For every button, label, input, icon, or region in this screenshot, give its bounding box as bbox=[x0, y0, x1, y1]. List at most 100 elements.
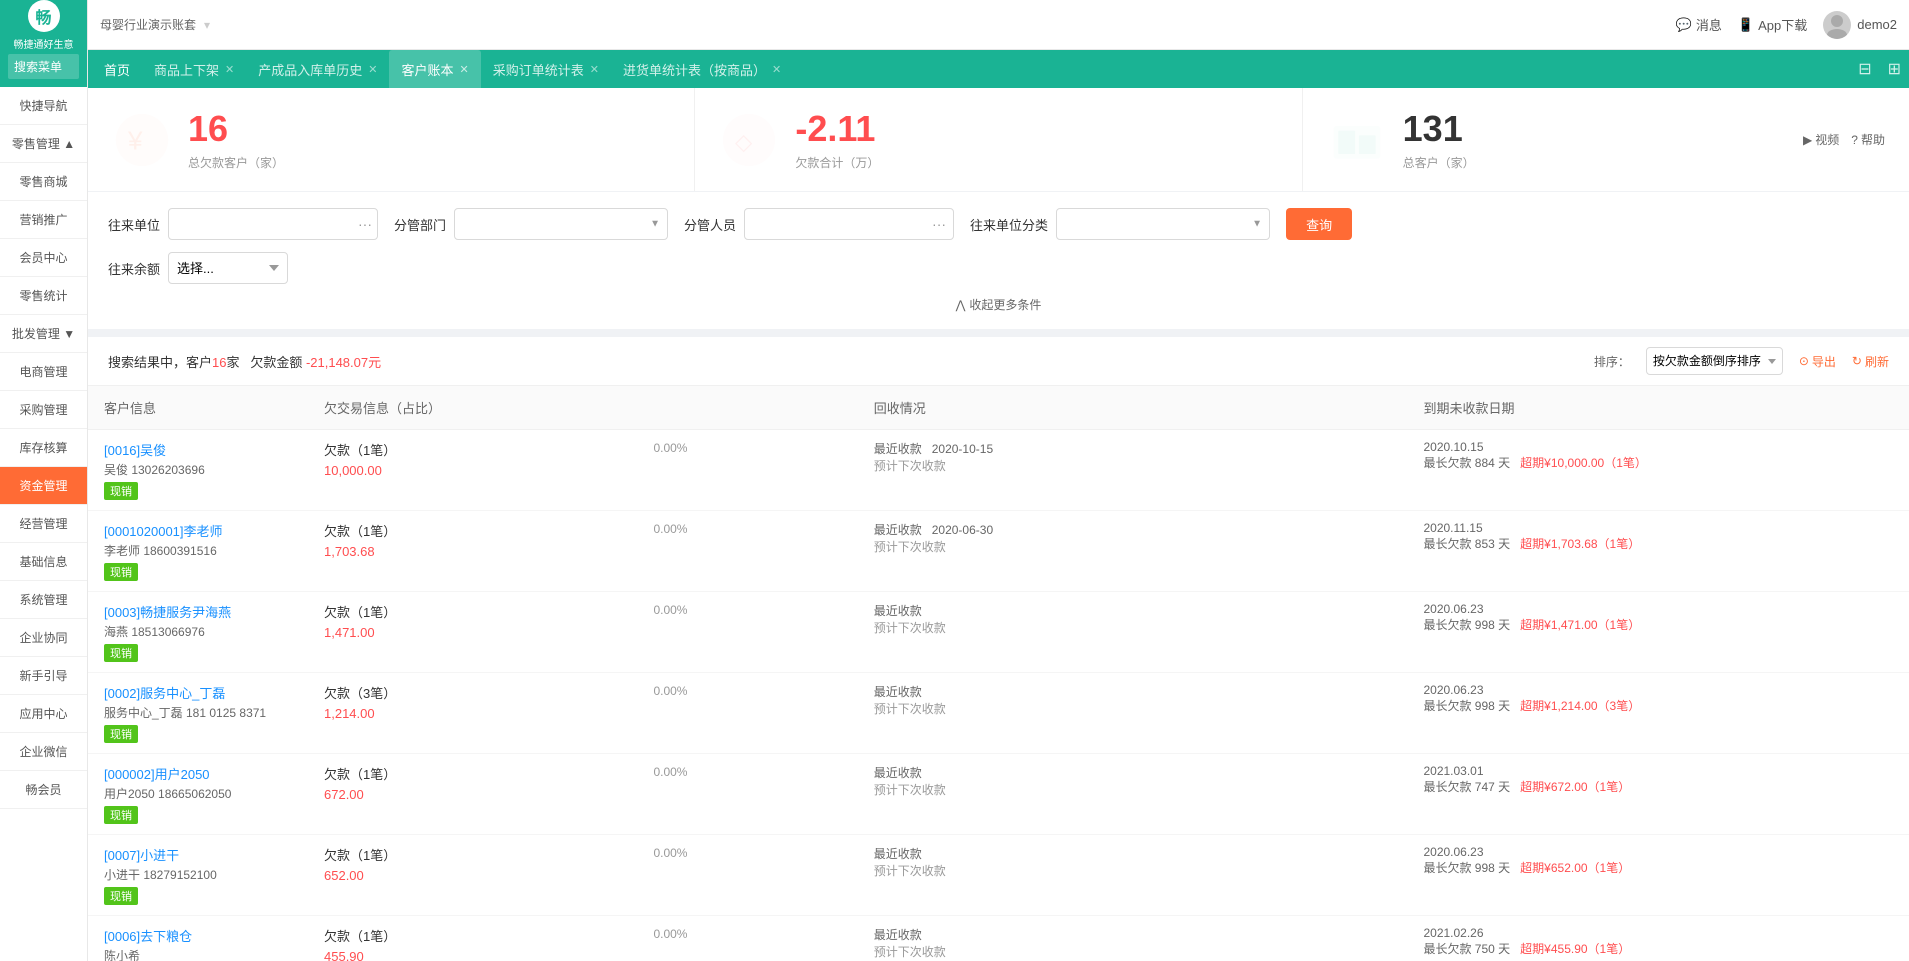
sidebar-item-quick-nav[interactable]: 快捷导航 bbox=[0, 87, 87, 125]
overdue-link-5[interactable]: 超期¥652.00（1笔） bbox=[1520, 861, 1630, 875]
sidebar-item-guide[interactable]: 新手引导 bbox=[0, 657, 87, 695]
debt-amount-2[interactable]: 1,471.00 bbox=[324, 625, 613, 640]
sidebar-item-retail-stats[interactable]: 零售统计 bbox=[0, 277, 87, 315]
customer-name-link-0[interactable]: [0016]吴俊 bbox=[104, 440, 292, 459]
customer-name-link-1[interactable]: [0001020001]李老师 bbox=[104, 521, 292, 540]
customer-contact-6: 陈小希 bbox=[104, 947, 292, 961]
last-payment-label-3: 最近收款 bbox=[874, 683, 1296, 700]
sidebar-item-wholesale[interactable]: 批发管理 ▼ bbox=[0, 315, 87, 353]
video-link[interactable]: ▶ 视频 bbox=[1803, 131, 1839, 148]
export-button[interactable]: ⊙ 导出 bbox=[1799, 353, 1836, 370]
next-payment-6: 预计下次收款 bbox=[874, 943, 1296, 960]
customer-name-link-3[interactable]: [0002]服务中心_丁磊 bbox=[104, 683, 292, 702]
sidebar-item-enterprise[interactable]: 企业协同 bbox=[0, 619, 87, 657]
debt-count-4: 欠款（1笔） bbox=[324, 764, 613, 783]
collapse-button[interactable]: ⋀ 收起更多条件 bbox=[956, 296, 1042, 313]
max-overdue-2: 最长欠款 998 天 超期¥1,471.00（1笔） bbox=[1423, 616, 1893, 633]
overdue-link-3[interactable]: 超期¥1,214.00（3笔） bbox=[1520, 699, 1640, 713]
cell-due-0: 2020.10.15 最长欠款 884 天 超期¥10,000.00（1笔） bbox=[1407, 430, 1909, 511]
customer-name-link-4[interactable]: [000002]用户2050 bbox=[104, 764, 292, 783]
last-payment-label-2: 最近收款 bbox=[874, 602, 1296, 619]
debt-amount-5[interactable]: 652.00 bbox=[324, 868, 613, 883]
sidebar-item-system[interactable]: 系统管理 bbox=[0, 581, 87, 619]
cell-ratio-0: 0.00% bbox=[629, 430, 857, 511]
debt-amount-0[interactable]: 10,000.00 bbox=[324, 463, 613, 478]
overdue-link-1[interactable]: 超期¥1,703.68（1笔） bbox=[1520, 537, 1640, 551]
sidebar-item-wechat[interactable]: 企业微信 bbox=[0, 733, 87, 771]
app-download-button[interactable]: 📱 App下载 bbox=[1738, 15, 1807, 34]
balance-select[interactable]: 选择... bbox=[168, 252, 288, 284]
overdue-link-4[interactable]: 超期¥672.00（1笔） bbox=[1520, 780, 1630, 794]
cell-ratio-4: 0.00% bbox=[629, 754, 857, 835]
cell-collection-1: 最近收款 2020-06-30 预计下次收款 bbox=[858, 511, 1312, 592]
sidebar-nav: 快捷导航 零售管理 ▲ 零售商城 营销推广 会员中心 零售统计 批发管理 ▼ 电… bbox=[0, 87, 87, 961]
sidebar-item-inventory[interactable]: 库存核算 bbox=[0, 429, 87, 467]
app-logo: 畅 畅捷通好生意 bbox=[0, 0, 87, 50]
tab-product-listing-close[interactable]: ✕ bbox=[225, 63, 234, 76]
tab-purchase-stats[interactable]: 进货单统计表（按商品） ✕ bbox=[611, 50, 793, 88]
tab-purchase-history-close[interactable]: ✕ bbox=[368, 63, 377, 76]
overdue-link-2[interactable]: 超期¥1,471.00（1笔） bbox=[1520, 618, 1640, 632]
stat-card-total-customers: 131 总客户（家） ▶ 视频 ? 帮助 bbox=[1303, 88, 1909, 191]
message-button[interactable]: 💬 消息 bbox=[1676, 15, 1722, 34]
sidebar-item-vip[interactable]: 畅会员 bbox=[0, 771, 87, 809]
sidebar-item-retail-mgmt[interactable]: 零售管理 ▲ bbox=[0, 125, 87, 163]
overdue-link-0[interactable]: 超期¥10,000.00（1笔） bbox=[1520, 456, 1647, 470]
sidebar-item-ecommerce[interactable]: 电商管理 bbox=[0, 353, 87, 391]
cell-customer-6: [0006]去下粮仓 陈小希 现销 bbox=[88, 916, 308, 961]
tabs-right-buttons: ⊟ ⊞ bbox=[1854, 55, 1905, 83]
tab-maximize-button[interactable]: ⊞ bbox=[1884, 55, 1905, 83]
debt-amount-3[interactable]: 1,214.00 bbox=[324, 706, 613, 721]
sidebar-item-operation[interactable]: 经营管理 bbox=[0, 505, 87, 543]
tab-customer-ledger-close[interactable]: ✕ bbox=[460, 63, 469, 76]
sidebar-item-marketing[interactable]: 营销推广 bbox=[0, 201, 87, 239]
tab-purchase-stats-label: 进货单统计表（按商品） bbox=[623, 60, 766, 79]
balance-label: 往来余额 bbox=[108, 259, 160, 278]
cell-due-3: 2020.06.23 最长欠款 998 天 超期¥1,214.00（3笔） bbox=[1407, 673, 1909, 754]
help-link[interactable]: ? 帮助 bbox=[1851, 131, 1885, 148]
debt-amount-1[interactable]: 1,703.68 bbox=[324, 544, 613, 559]
tab-purchase-order-label: 采购订单统计表 bbox=[493, 60, 584, 79]
next-payment-5: 预计下次收款 bbox=[874, 862, 1296, 879]
from-unit-input[interactable] bbox=[168, 208, 378, 240]
customer-name-link-2[interactable]: [0003]畅捷服务尹海燕 bbox=[104, 602, 292, 621]
help-label: 帮助 bbox=[1861, 131, 1885, 148]
tab-purchase-history[interactable]: 产成品入库单历史 ✕ bbox=[246, 50, 389, 88]
user-menu[interactable]: demo2 bbox=[1823, 11, 1897, 39]
stat-card-debt-customers: ¥ 16 总欠款客户（家） bbox=[88, 88, 695, 191]
debt-amount-4[interactable]: 672.00 bbox=[324, 787, 613, 802]
table-row: [0002]服务中心_丁磊 服务中心_丁磊 181 0125 8371 现销 欠… bbox=[88, 673, 1909, 754]
unit-type-input[interactable] bbox=[1056, 208, 1270, 240]
sidebar-item-purchase[interactable]: 采购管理 bbox=[0, 391, 87, 429]
overdue-link-6[interactable]: 超期¥455.90（1笔） bbox=[1520, 942, 1630, 956]
sidebar-item-basic-info[interactable]: 基础信息 bbox=[0, 543, 87, 581]
search-menu-button[interactable]: 搜索菜单 bbox=[8, 54, 79, 79]
customer-name-link-6[interactable]: [0006]去下粮仓 bbox=[104, 926, 292, 945]
dept-input[interactable] bbox=[454, 208, 668, 240]
unit-type-label: 往来单位分类 bbox=[970, 215, 1048, 234]
cell-debt-6: 欠款（1笔） 455.90 bbox=[308, 916, 629, 961]
customer-name-link-5[interactable]: [0007]小进干 bbox=[104, 845, 292, 864]
debt-amount-6[interactable]: 455.90 bbox=[324, 949, 613, 961]
tab-minimize-button[interactable]: ⊟ bbox=[1854, 55, 1875, 83]
tab-home[interactable]: 首页 bbox=[92, 50, 142, 88]
sidebar-item-finance[interactable]: 资金管理 bbox=[0, 467, 87, 505]
tab-purchase-order[interactable]: 采购订单统计表 ✕ bbox=[481, 50, 611, 88]
sort-select[interactable]: 按欠款金额倒序排序 bbox=[1646, 347, 1783, 375]
tab-purchase-order-close[interactable]: ✕ bbox=[590, 63, 599, 76]
debt-ratio-3: 0.00% bbox=[653, 684, 687, 698]
sidebar-item-member[interactable]: 会员中心 bbox=[0, 239, 87, 277]
tab-purchase-stats-close[interactable]: ✕ bbox=[772, 63, 781, 76]
tab-home-label: 首页 bbox=[104, 60, 130, 79]
refresh-button[interactable]: ↻ 刷新 bbox=[1852, 353, 1889, 370]
sidebar-item-retail-mall[interactable]: 零售商城 bbox=[0, 163, 87, 201]
tab-product-listing[interactable]: 商品上下架 ✕ bbox=[142, 50, 246, 88]
cell-ratio-1: 0.00% bbox=[629, 511, 857, 592]
debt-total-label: 欠款合计（万） bbox=[795, 154, 1277, 171]
person-input[interactable] bbox=[744, 208, 954, 240]
sidebar-item-app-center[interactable]: 应用中心 bbox=[0, 695, 87, 733]
customer-contact-2: 海燕 18513066976 bbox=[104, 623, 292, 640]
search-button[interactable]: 查询 bbox=[1286, 208, 1352, 240]
tab-customer-ledger[interactable]: 客户账本 ✕ bbox=[389, 50, 480, 88]
cell-collection2-0 bbox=[1312, 430, 1408, 511]
